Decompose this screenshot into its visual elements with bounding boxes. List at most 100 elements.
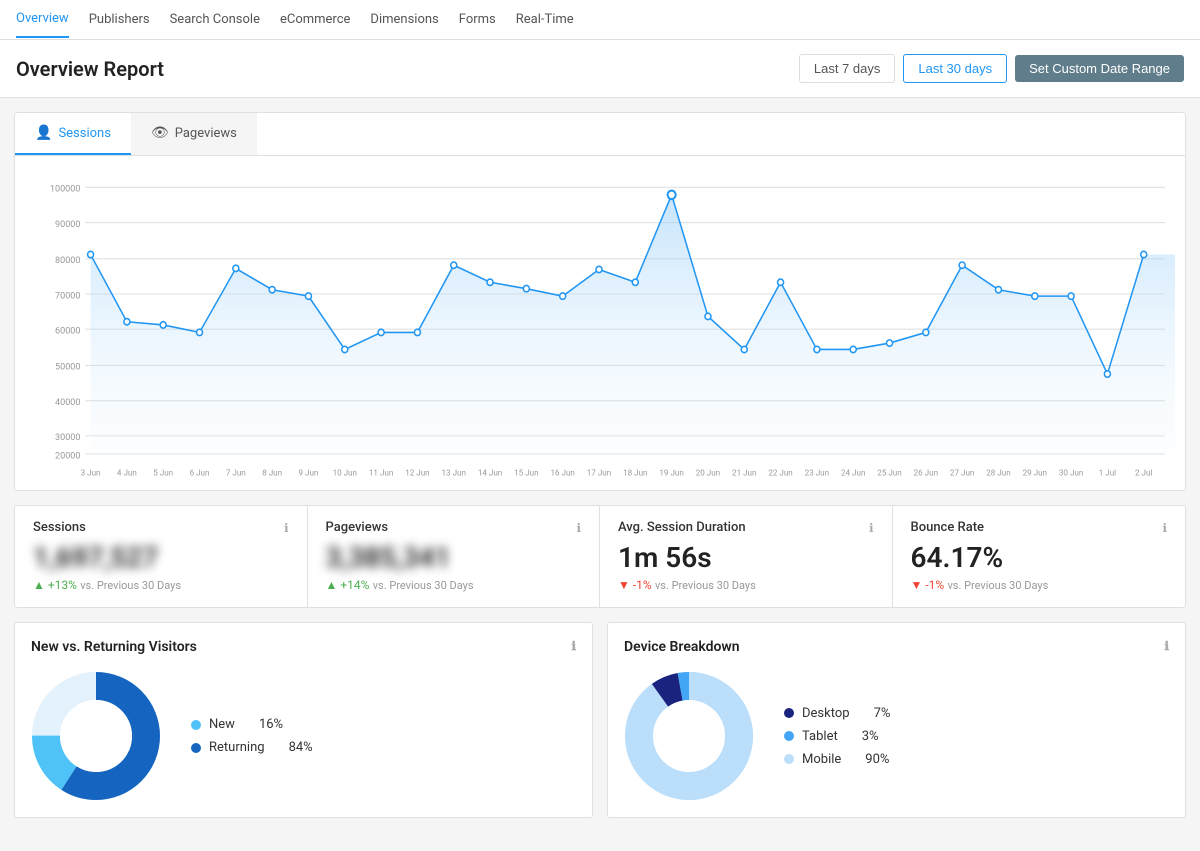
chart-tabs: 👤 Sessions 👁 Pageviews <box>15 113 1185 156</box>
legend-returning: Returning 84% <box>191 740 313 755</box>
svg-text:28 Jun: 28 Jun <box>986 468 1011 478</box>
legend-mobile-label: Mobile <box>802 752 841 767</box>
stat-sessions-label: Sessions ℹ <box>33 520 289 535</box>
visitors-info-icon[interactable]: ℹ <box>571 639 576 655</box>
stat-sessions-change-value: ▲ +13% <box>33 578 77 592</box>
svg-text:40000: 40000 <box>55 397 80 408</box>
visitors-donut-chart <box>31 671 161 801</box>
stat-sessions-prev: vs. Previous 30 Days <box>80 579 181 592</box>
legend-mobile-pct: 90% <box>865 752 889 767</box>
tab-pageviews-label: Pageviews <box>175 126 237 141</box>
legend-tablet-label: Tablet <box>802 729 838 744</box>
legend-mobile-dot <box>784 754 794 764</box>
main-content: 👤 Sessions 👁 Pageviews <box>0 98 1200 832</box>
legend-desktop-pct: 7% <box>874 706 891 721</box>
device-info-icon[interactable]: ℹ <box>1164 639 1169 655</box>
svg-text:1 Jul: 1 Jul <box>1099 468 1116 478</box>
nav-dimensions[interactable]: Dimensions <box>370 2 438 37</box>
svg-text:29 Jun: 29 Jun <box>1023 468 1048 478</box>
svg-text:70000: 70000 <box>55 290 80 301</box>
last-7-days-button[interactable]: Last 7 days <box>799 54 896 83</box>
stats-row: Sessions ℹ 1,697,527 ▲ +13% vs. Previous… <box>14 505 1186 608</box>
legend-tablet-pct: 3% <box>862 729 879 744</box>
visitors-card-title: New vs. Returning Visitors ℹ <box>31 639 576 655</box>
svg-text:26 Jun: 26 Jun <box>914 468 939 478</box>
nav-overview[interactable]: Overview <box>16 1 69 38</box>
legend-new-label: New <box>209 717 235 732</box>
svg-text:3 Jun: 3 Jun <box>81 468 101 478</box>
stat-pageviews-prev: vs. Previous 30 Days <box>373 579 474 592</box>
svg-text:11 Jun: 11 Jun <box>369 468 394 478</box>
tab-sessions-label: Sessions <box>58 126 111 141</box>
svg-text:22 Jun: 22 Jun <box>768 468 793 478</box>
last-30-days-button[interactable]: Last 30 days <box>903 54 1007 83</box>
device-donut-row: Desktop 7% Tablet 3% Mobile 90% <box>624 671 1169 801</box>
stat-avg-duration-label: Avg. Session Duration ℹ <box>618 520 874 535</box>
svg-text:17 Jun: 17 Jun <box>587 468 612 478</box>
nav-ecommerce[interactable]: eCommerce <box>280 2 350 37</box>
svg-text:12 Jun: 12 Jun <box>405 468 430 478</box>
legend-desktop: Desktop 7% <box>784 706 890 721</box>
svg-text:14 Jun: 14 Jun <box>478 468 503 478</box>
legend-new-dot <box>191 720 201 730</box>
svg-text:27 Jun: 27 Jun <box>950 468 975 478</box>
tab-pageviews[interactable]: 👁 Pageviews <box>131 113 257 155</box>
chart-svg-wrapper: 100000 90000 80000 70000 60000 50000 400… <box>25 166 1175 490</box>
page-title: Overview Report <box>16 57 164 81</box>
svg-text:100000: 100000 <box>50 183 81 194</box>
svg-text:30 Jun: 30 Jun <box>1059 468 1084 478</box>
svg-text:60000: 60000 <box>55 325 80 336</box>
stat-avg-duration-change: ▼ -1% vs. Previous 30 Days <box>618 578 874 593</box>
stat-bounce-rate-change-value: ▼ -1% <box>911 578 945 592</box>
svg-text:7 Jun: 7 Jun <box>226 468 246 478</box>
stat-avg-duration-value: 1m 56s <box>618 541 874 574</box>
svg-text:8 Jun: 8 Jun <box>262 468 282 478</box>
svg-text:30000: 30000 <box>55 432 80 443</box>
svg-text:25 Jun: 25 Jun <box>877 468 902 478</box>
stat-avg-duration-info-icon[interactable]: ℹ <box>869 521 874 535</box>
stat-bounce-rate-change: ▼ -1% vs. Previous 30 Days <box>911 578 1168 593</box>
svg-text:16 Jun: 16 Jun <box>550 468 575 478</box>
stat-avg-duration: Avg. Session Duration ℹ 1m 56s ▼ -1% vs.… <box>600 506 893 607</box>
tab-sessions[interactable]: 👤 Sessions <box>15 113 131 155</box>
legend-new-pct: 16% <box>259 717 283 732</box>
legend-new: New 16% <box>191 717 313 732</box>
visitors-donut-row: New 16% Returning 84% <box>31 671 576 801</box>
svg-text:2 Jul: 2 Jul <box>1135 468 1152 478</box>
svg-text:6 Jun: 6 Jun <box>190 468 210 478</box>
chart-body: 100000 90000 80000 70000 60000 50000 400… <box>15 156 1185 490</box>
svg-text:23 Jun: 23 Jun <box>805 468 830 478</box>
nav-realtime[interactable]: Real-Time <box>516 2 574 37</box>
svg-text:18 Jun: 18 Jun <box>623 468 648 478</box>
stat-pageviews-change: ▲ +14% vs. Previous 30 Days <box>326 578 582 593</box>
nav-publishers[interactable]: Publishers <box>89 2 150 37</box>
stat-bounce-rate-info-icon[interactable]: ℹ <box>1162 521 1167 535</box>
device-donut-chart <box>624 671 754 801</box>
svg-text:13 Jun: 13 Jun <box>442 468 467 478</box>
stat-pageviews-label: Pageviews ℹ <box>326 520 582 535</box>
nav-forms[interactable]: Forms <box>459 2 496 37</box>
stat-pageviews-info-icon[interactable]: ℹ <box>576 521 581 535</box>
svg-text:21 Jun: 21 Jun <box>732 468 757 478</box>
svg-text:19 Jun: 19 Jun <box>659 468 684 478</box>
line-chart-svg: 100000 90000 80000 70000 60000 50000 400… <box>25 166 1175 486</box>
stat-pageviews-change-value: ▲ +14% <box>326 578 370 592</box>
custom-date-range-button[interactable]: Set Custom Date Range <box>1015 55 1184 82</box>
svg-text:24 Jun: 24 Jun <box>841 468 866 478</box>
pageviews-icon: 👁 <box>151 125 169 141</box>
svg-text:20 Jun: 20 Jun <box>696 468 721 478</box>
svg-text:4 Jun: 4 Jun <box>117 468 137 478</box>
legend-desktop-label: Desktop <box>802 706 850 721</box>
svg-text:5 Jun: 5 Jun <box>153 468 173 478</box>
svg-text:90000: 90000 <box>55 219 80 230</box>
sessions-icon: 👤 <box>35 125 52 141</box>
stat-sessions-info-icon[interactable]: ℹ <box>284 521 289 535</box>
stat-bounce-rate-label: Bounce Rate ℹ <box>911 520 1168 535</box>
legend-tablet: Tablet 3% <box>784 729 890 744</box>
visitors-card: New vs. Returning Visitors ℹ <box>14 622 593 818</box>
nav-search-console[interactable]: Search Console <box>170 2 260 37</box>
legend-tablet-dot <box>784 731 794 741</box>
legend-desktop-dot <box>784 708 794 718</box>
legend-returning-label: Returning <box>209 740 265 755</box>
device-legend: Desktop 7% Tablet 3% Mobile 90% <box>784 706 890 767</box>
